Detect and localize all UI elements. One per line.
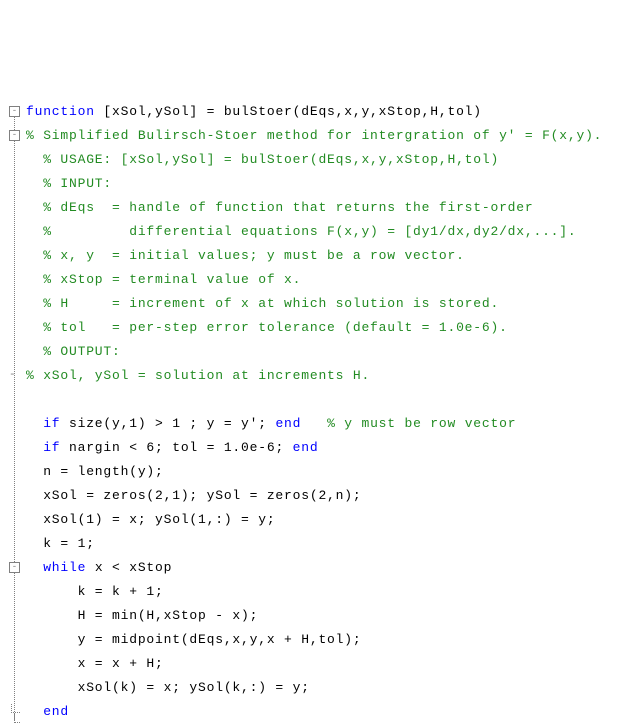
keyword-end-3: end [43,704,69,719]
line-14-a: size(y,1) > 1 ; y = y'; [60,416,275,431]
line-17: xSol = zeros(2,1); ySol = zeros(2,n); [26,488,361,503]
line-19: k = 1; [26,536,95,551]
line-14-comment: % y must be row vector [301,416,516,431]
line-1-signature: [xSol,ySol] = bulStoer(dEqs,x,y,xStop,H,… [95,104,482,119]
keyword-if-1: if [43,416,60,431]
comment-line-5: % dEqs = handle of function that returns… [26,200,533,215]
comment-line-6: % differential equations F(x,y) = [dy1/d… [26,224,576,239]
fold-tick: - [9,370,20,381]
keyword-end-1: end [275,416,301,431]
fold-box-function[interactable]: - [9,106,20,117]
line-21: k = k + 1; [26,584,164,599]
comment-line-12: % xSol, ySol = solution at increments H. [26,368,370,383]
line-23: y = midpoint(dEqs,x,y,x + H,tol); [26,632,361,647]
comment-line-3: % USAGE: [xSol,ySol] = bulStoer(dEqs,x,y… [26,152,499,167]
fold-end-while [11,704,20,713]
line-22: H = min(H,xStop - x); [26,608,258,623]
line-20-rest: x < xStop [86,560,172,575]
fold-box-comment-block[interactable]: - [9,130,20,141]
line-15-a: nargin < 6; tol = 1.0e-6; [60,440,292,455]
comment-line-10: % tol = per-step error tolerance (defaul… [26,320,508,335]
keyword-function: function [26,104,95,119]
comment-line-8: % xStop = terminal value of x. [26,272,301,287]
fold-box-while[interactable]: - [9,562,20,573]
line-25: xSol(k) = x; ySol(k,:) = y; [26,680,310,695]
fold-end-function [14,714,20,723]
code-block: function [xSol,ySol] = bulStoer(dEqs,x,y… [20,100,602,724]
line-18: xSol(1) = x; ySol(1,:) = y; [26,512,275,527]
keyword-if-2: if [43,440,60,455]
keyword-end-2: end [293,440,319,455]
keyword-while: while [43,560,86,575]
comment-line-4: % INPUT: [26,176,112,191]
fold-guide-line [14,106,15,720]
comment-line-11: % OUTPUT: [26,344,121,359]
comment-line-9: % H = increment of x at which solution i… [26,296,499,311]
fold-gutter: - - - - [0,100,20,292]
comment-line-2: % Simplified Bulirsch-Stoer method for i… [26,128,602,143]
comment-line-7: % x, y = initial values; y must be a row… [26,248,465,263]
line-24: x = x + H; [26,656,164,671]
line-16: n = length(y); [26,464,164,479]
